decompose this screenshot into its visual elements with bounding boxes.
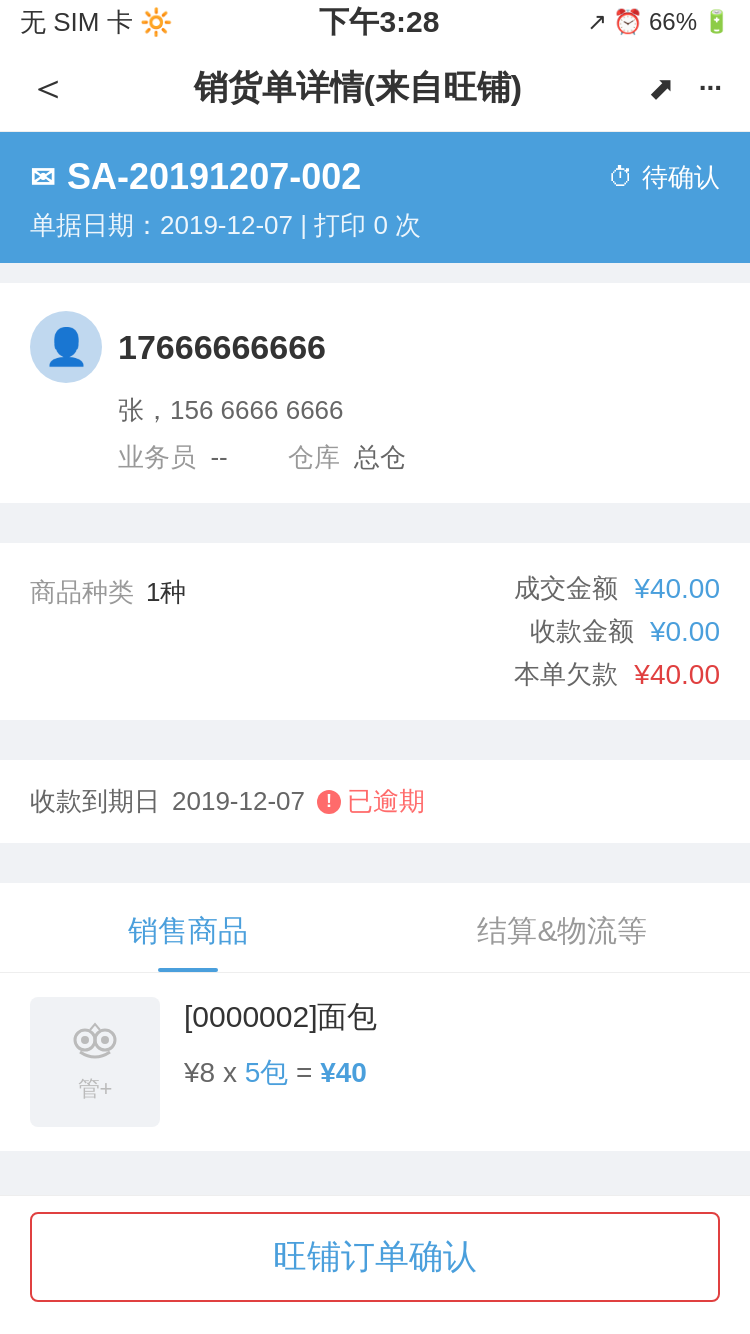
product-info: [0000002]面包 ¥8 x 5包 = ¥40: [184, 997, 720, 1092]
due-amount: ¥40.00: [634, 659, 720, 691]
warehouse-label: 仓库 总仓: [288, 440, 406, 475]
total-text: ¥40: [320, 1057, 367, 1088]
status-time: 下午3:28: [319, 2, 439, 43]
order-header-card: ✉ SA-20191207-002 ⏱ 待确认 单据日期：2019-12-07 …: [0, 132, 750, 263]
summary-row: 商品种类 1种 成交金额 ¥40.00 收款金额 ¥0.00 本单欠款 ¥40.…: [30, 571, 720, 692]
nav-right: ⬈ ···: [648, 69, 722, 107]
bottom-btn-wrap: 旺铺订单确认: [0, 1195, 750, 1334]
status-right: ↗ ⏰ 66% 🔋: [587, 8, 730, 36]
customer-phone: 17666666666: [118, 328, 326, 367]
thumb-inner: 管+: [65, 1020, 125, 1104]
due-date-label: 收款到期日: [30, 784, 160, 819]
received-amount: ¥0.00: [650, 616, 720, 648]
summary-section: 商品种类 1种 成交金额 ¥40.00 收款金额 ¥0.00 本单欠款 ¥40.…: [0, 543, 750, 720]
quantity-text: 5包: [245, 1057, 289, 1088]
customer-top: 👤 17666666666: [30, 311, 720, 383]
product-price: ¥8 x 5包 = ¥40: [184, 1054, 720, 1092]
battery-status: 66%: [649, 8, 697, 36]
page-title: 销货单详情(来自旺铺): [194, 65, 523, 111]
product-name: [0000002]面包: [184, 997, 720, 1038]
amounts: 成交金额 ¥40.00 收款金额 ¥0.00 本单欠款 ¥40.00: [514, 571, 720, 692]
tab-settlement[interactable]: 结算&物流等: [375, 883, 750, 972]
status-text: 待确认: [642, 160, 720, 195]
order-id-text: SA-20191207-002: [67, 156, 361, 198]
due-date-section: 收款到期日 2019-12-07 ! 已逾期: [0, 760, 750, 843]
customer-meta: 业务员 -- 仓库 总仓: [118, 440, 720, 475]
battery-icon: 🔋: [703, 9, 730, 35]
confirm-order-button[interactable]: 旺铺订单确认: [30, 1212, 720, 1302]
product-thumbnail: 管+: [30, 997, 160, 1127]
customer-contact: 张，156 6666 6666: [118, 393, 720, 428]
overdue-indicator: ! 已逾期: [317, 784, 425, 819]
deal-amount: ¥40.00: [634, 573, 720, 605]
sim-status: 无 SIM 卡 🔆: [20, 5, 172, 40]
sales-label: 业务员 --: [118, 440, 228, 475]
svg-point-2: [81, 1036, 89, 1044]
equals-text: =: [288, 1057, 320, 1088]
price-text: ¥8 x: [184, 1057, 245, 1088]
product-type: 商品种类 1种: [30, 571, 186, 610]
divider-3: [0, 843, 750, 863]
back-button[interactable]: ＜: [28, 60, 68, 115]
tab-sales-products[interactable]: 销售商品: [0, 883, 375, 972]
order-id: ✉ SA-20191207-002: [30, 156, 361, 198]
divider-1: [0, 503, 750, 523]
status-bar: 无 SIM 卡 🔆 下午3:28 ↗ ⏰ 66% 🔋: [0, 0, 750, 44]
amount-row-due: 本单欠款 ¥40.00: [514, 657, 720, 692]
more-icon[interactable]: ···: [699, 72, 722, 104]
share-icon[interactable]: ⬈: [648, 69, 675, 107]
owl-logo-icon: [65, 1020, 125, 1070]
avatar-icon: 👤: [44, 326, 89, 368]
nav-left: ＜: [28, 60, 68, 115]
customer-section: 👤 17666666666 张，156 6666 6666 业务员 -- 仓库 …: [0, 283, 750, 503]
alarm-icon: ⏰: [613, 8, 643, 36]
order-doc-date: 单据日期：2019-12-07 | 打印 0 次: [30, 208, 720, 243]
warning-dot: !: [317, 790, 341, 814]
status-left: 无 SIM 卡 🔆: [20, 5, 172, 40]
overdue-text: 已逾期: [347, 784, 425, 819]
tab-section: 销售商品 结算&物流等 管+ [0000002]面包: [0, 883, 750, 1151]
avatar: 👤: [30, 311, 102, 383]
order-status-badge: ⏱ 待确认: [608, 160, 720, 195]
amount-row-deal: 成交金额 ¥40.00: [514, 571, 720, 606]
brand-plus-text: 管+: [78, 1074, 113, 1104]
location-icon: ↗: [587, 8, 607, 36]
clock-icon: ⏱: [608, 162, 634, 193]
tab-header: 销售商品 结算&物流等: [0, 883, 750, 973]
amount-row-received: 收款金额 ¥0.00: [530, 614, 720, 649]
order-icon: ✉: [30, 160, 55, 195]
due-date-value: 2019-12-07: [172, 786, 305, 817]
divider-2: [0, 720, 750, 740]
product-item: 管+ [0000002]面包 ¥8 x 5包 = ¥40: [0, 973, 750, 1151]
svg-point-3: [101, 1036, 109, 1044]
order-header-top: ✉ SA-20191207-002 ⏱ 待确认: [30, 156, 720, 198]
nav-bar: ＜ 销货单详情(来自旺铺) ⬈ ···: [0, 44, 750, 132]
